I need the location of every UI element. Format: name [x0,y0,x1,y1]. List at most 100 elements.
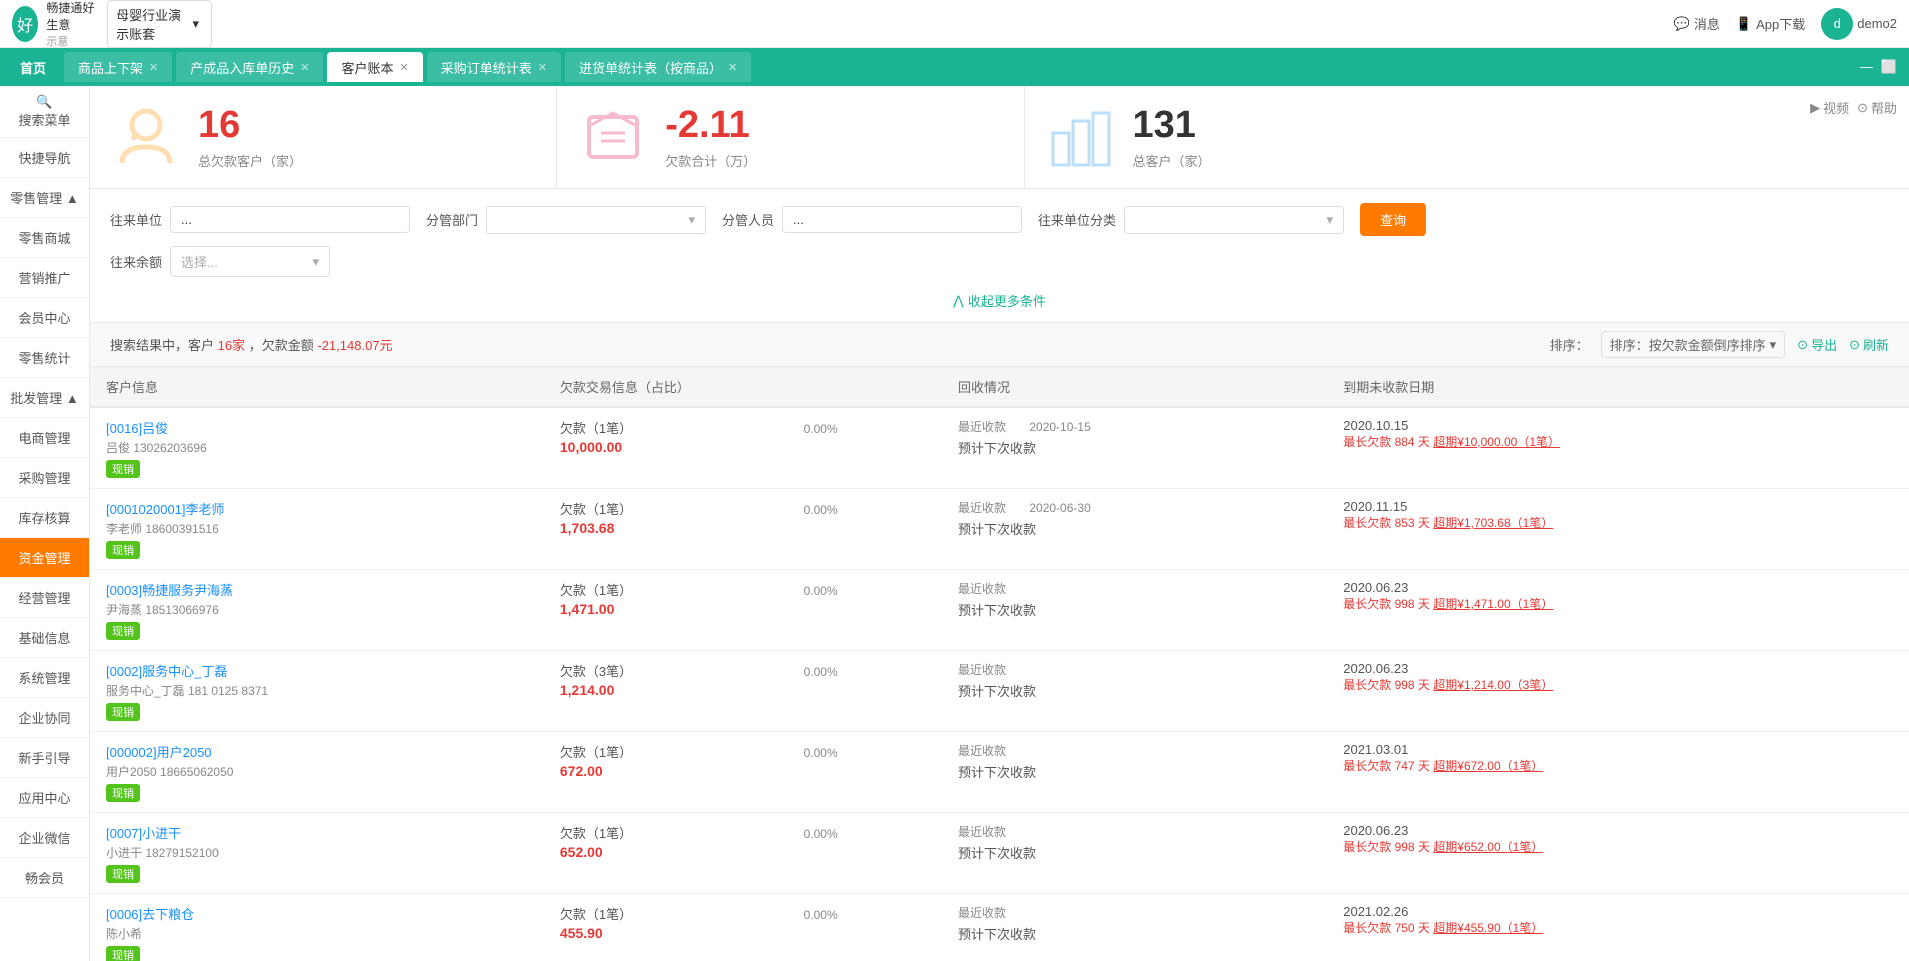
customer-name-link[interactable]: [0002]服务中心_丁磊 [106,664,227,679]
debt-amount: 672.00 [560,763,772,779]
customer-name-link[interactable]: [0016]吕俊 [106,421,168,436]
unit-category-select[interactable]: ▾ [1124,206,1344,234]
sort-select[interactable]: 排序：按欠款金额倒序排序 ▾ [1601,331,1786,358]
sidebar-item-label: 零售商城 [18,228,70,247]
data-table: 客户信息 欠款交易信息（占比） 回收情况 到期未收款日期 [0016]吕俊 吕俊… [90,367,1909,961]
overdue-days: 最长欠款 998 天 [1343,840,1433,854]
app-icon: 📱 [1736,16,1752,32]
help-btn[interactable]: ⊙ 帮助 [1857,98,1897,117]
overdue-amount-link[interactable]: 超期¥672.00（1笔） [1433,759,1543,773]
results-actions: 排序： 排序：按欠款金额倒序排序 ▾ ⊙ 导出 ⊙ 刷新 [1550,331,1889,358]
stat-values-debt-amount: -2.11 欠款合计（万） [665,104,756,170]
due-date-value: 2020.10.15 [1343,418,1893,433]
customer-name-link[interactable]: [0007]小进干 [106,826,181,841]
tab-close-icon[interactable]: ✕ [149,61,158,74]
debt-amount: 10,000.00 [560,439,772,455]
sidebar-item-app-center[interactable]: 应用中心 [0,778,89,818]
export-icon: ⊙ [1797,337,1808,353]
cell-debt-ratio: 0.00% [788,894,942,961]
sidebar-item-wholesale-mgmt[interactable]: 批发管理 ▲ [0,378,89,418]
sidebar-item-retail-mgmt[interactable]: 零售管理 ▲ [0,178,89,218]
debt-count: 欠款（1笔） [560,904,772,923]
dept-select[interactable]: ▾ [486,206,706,234]
overdue-days: 最长欠款 998 天 [1343,678,1433,692]
sidebar-item-enterprise-wechat[interactable]: 企业微信 [0,818,89,858]
sidebar-item-retail-stats[interactable]: 零售统计 [0,338,89,378]
query-button[interactable]: 查询 [1360,203,1426,236]
sidebar-item-purchase-mgmt[interactable]: 采购管理 [0,458,89,498]
overdue-amount-link[interactable]: 超期¥1,703.68（1笔） [1433,516,1553,530]
store-name: 母婴行业演示账套 [116,5,188,43]
user-profile[interactable]: d demo2 [1821,8,1897,40]
sidebar-item-enterprise-collab[interactable]: 企业协同 [0,698,89,738]
tab-close-icon[interactable]: ✕ [728,61,737,74]
overdue-amount-link[interactable]: 超期¥1,214.00（3笔） [1433,678,1553,692]
overdue-amount-link[interactable]: 超期¥10,000.00（1笔） [1433,435,1560,449]
sidebar-item-inventory[interactable]: 库存核算 [0,498,89,538]
refresh-label: 刷新 [1863,335,1889,354]
tab-purchase-stat[interactable]: 进货单统计表（按商品） ✕ [565,52,751,82]
filter-area: 往来单位 ... 分管部门 ▾ 分管人员 ... [90,189,1909,323]
sidebar-item-new-guide[interactable]: 新手引导 [0,738,89,778]
next-collect-label: 预计下次收款 [958,681,1311,700]
video-btn[interactable]: ▶ 视频 [1810,98,1849,117]
logo-icon: 好 [12,6,38,42]
sidebar-item-retail-mall[interactable]: 零售商城 [0,218,89,258]
cell-debt-ratio: 0.00% [788,489,942,570]
customer-name-link[interactable]: [000002]用户2050 [106,745,212,760]
tab-minimize-icon[interactable]: — [1860,59,1873,75]
cell-debt-ratio: 0.00% [788,651,942,732]
tab-purchase-order[interactable]: 采购订单统计表 ✕ [427,52,561,82]
tab-label: 商品上下架 [78,58,143,77]
cell-debt-info: 欠款（1笔） 652.00 [544,813,788,894]
tab-customer-account[interactable]: 客户账本 ✕ [327,52,422,82]
cell-due-date: 2020.06.23 最长欠款 998 天 超期¥1,214.00（3笔） [1327,651,1909,732]
app-download-button[interactable]: 📱 App下载 [1736,14,1805,33]
tab-maximize-icon[interactable]: ⬜ [1881,59,1897,75]
refresh-button[interactable]: ⊙ 刷新 [1849,335,1889,354]
tab-close-icon[interactable]: ✕ [400,61,409,74]
debt-amount: 455.90 [560,925,772,941]
sidebar-item-ecommerce[interactable]: 电商管理 [0,418,89,458]
overdue-amount-link[interactable]: 超期¥455.90（1笔） [1433,921,1543,935]
message-button[interactable]: 💬 消息 [1674,14,1720,33]
overdue-amount-link[interactable]: 超期¥1,471.00（1笔） [1433,597,1553,611]
debt-amount: 1,214.00 [560,682,772,698]
collapse-button[interactable]: ⋀ 收起更多条件 [953,291,1046,310]
tab-close-icon[interactable]: ✕ [538,61,547,74]
sidebar-item-basic-info[interactable]: 基础信息 [0,618,89,658]
customer-name-link[interactable]: [0006]去下粮仓 [106,907,194,922]
sidebar-item-label: 快捷导航 [18,148,70,167]
sidebar-item-system-mgmt[interactable]: 系统管理 [0,658,89,698]
cell-customer-info: [0002]服务中心_丁磊 服务中心_丁磊 181 0125 8371 现销 [90,651,544,732]
overdue-days: 最长欠款 853 天 [1343,516,1433,530]
customer-tag: 现销 [106,622,140,640]
cell-due-date: 2020.06.23 最长欠款 998 天 超期¥652.00（1笔） [1327,813,1909,894]
customer-phone: 小进干 18279152100 [106,844,528,861]
sidebar-item-operations[interactable]: 经营管理 [0,578,89,618]
from-unit-input[interactable]: ... [170,206,410,233]
tab-home[interactable]: 首页 [6,52,60,82]
logo-area: 好 畅捷通好生意 示意 母婴行业演示账套 ▾ [12,0,212,49]
export-button[interactable]: ⊙ 导出 [1797,335,1837,354]
filter-unit-category: 往来单位分类 ▾ [1038,206,1344,234]
sidebar-item-capital-mgmt[interactable]: 资金管理 [0,538,89,578]
customer-name-link[interactable]: [0003]畅捷服务尹海蒸 [106,583,233,598]
filter-person: 分管人员 ... [722,206,1022,233]
sidebar-item-member[interactable]: 会员中心 [0,298,89,338]
overdue-amount-link[interactable]: 超期¥652.00（1笔） [1433,840,1543,854]
cell-debt-info: 欠款（1笔） 1,703.68 [544,489,788,570]
customer-name-link[interactable]: [0001020001]李老师 [106,502,225,517]
person-input[interactable]: ... [782,206,1022,233]
balance-select[interactable]: 选择... ▾ [170,246,330,277]
sidebar-item-quick-nav[interactable]: 快捷导航 [0,138,89,178]
sidebar-search[interactable]: 🔍 搜索菜单 [0,86,89,138]
tab-stock-history[interactable]: 产成品入库单历史 ✕ [176,52,323,82]
sidebar-item-chang-member[interactable]: 畅会员 [0,858,89,898]
tab-close-icon[interactable]: ✕ [300,61,309,74]
store-selector[interactable]: 母婴行业演示账套 ▾ [107,0,212,48]
sidebar-item-marketing[interactable]: 营销推广 [0,258,89,298]
tab-label: 进货单统计表（按商品） [579,58,722,77]
th-recovery: 回收情况 [942,367,1327,407]
tab-product-listing[interactable]: 商品上下架 ✕ [64,52,172,82]
